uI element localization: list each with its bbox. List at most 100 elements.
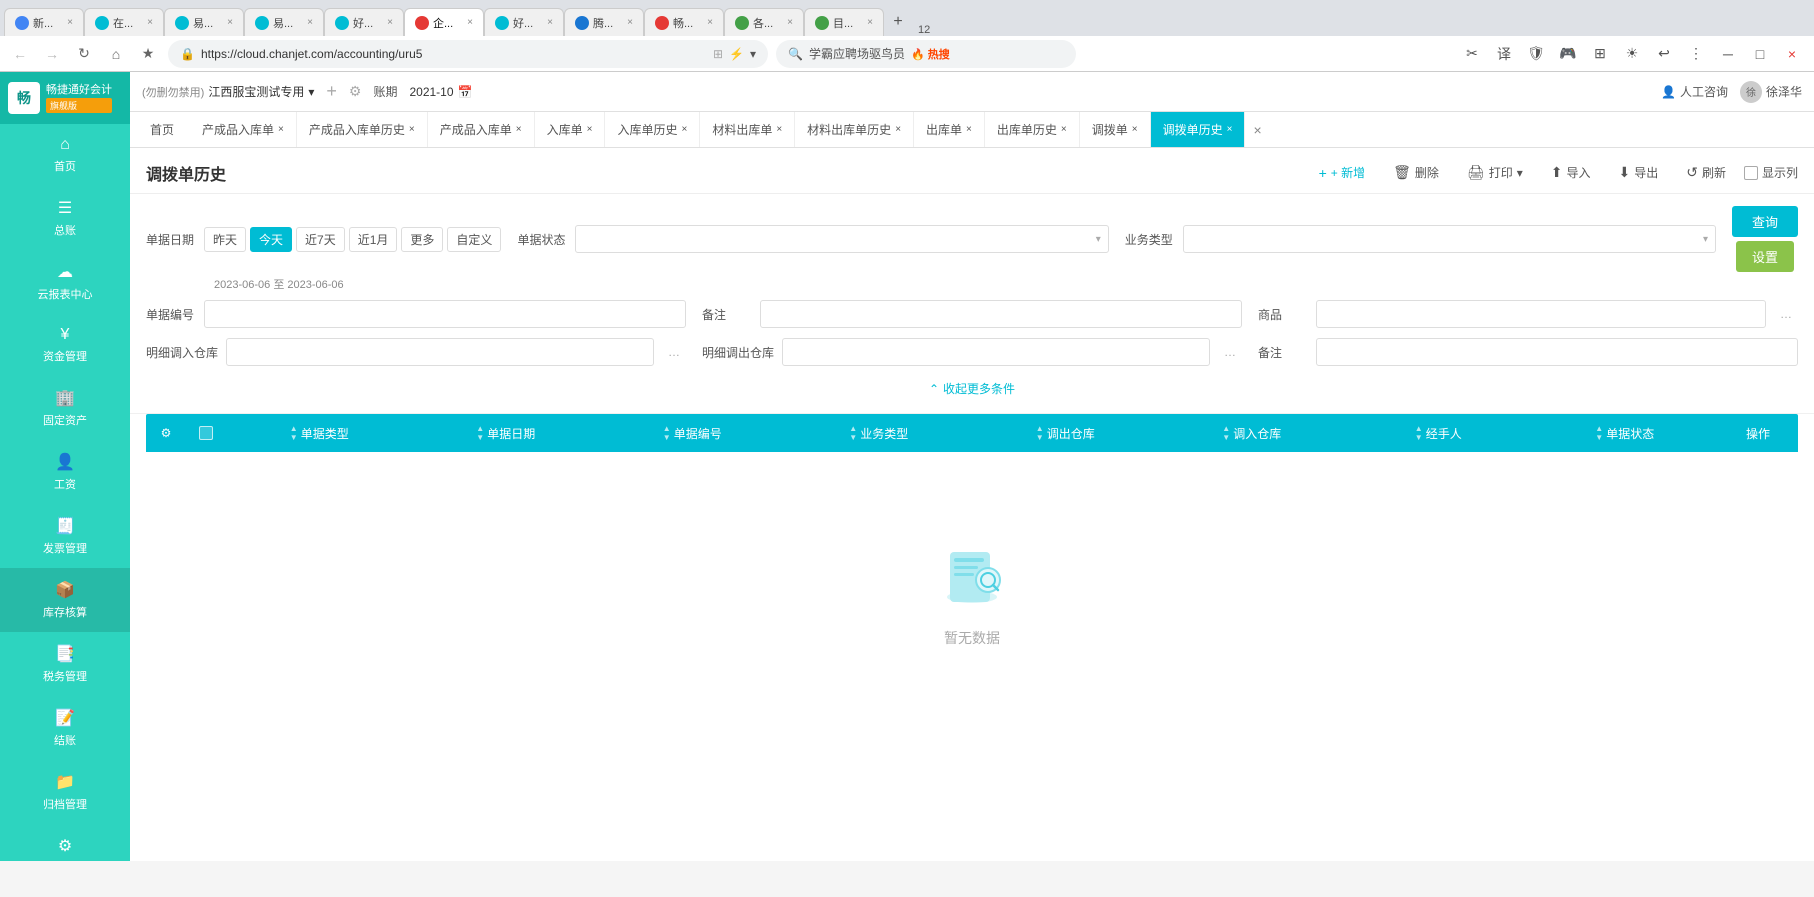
new-tab-button[interactable]: +: [884, 8, 912, 36]
sidebar-item-invoice[interactable]: 🧾 发票管理: [0, 504, 130, 568]
date-btn-1month[interactable]: 近1月: [349, 227, 398, 252]
query-button[interactable]: 查询: [1732, 206, 1798, 237]
page-tab-7-close[interactable]: ×: [895, 124, 901, 135]
date-btn-yesterday[interactable]: 昨天: [204, 227, 246, 252]
sidebar-item-wage[interactable]: 👤 工资: [0, 440, 130, 504]
tab-11[interactable]: 目... ×: [804, 8, 884, 36]
search-bar[interactable]: 🔍 学霸应聘场驱鸟员 🔥 热搜: [776, 40, 1076, 68]
translate-icon[interactable]: 译: [1490, 40, 1518, 68]
import-button[interactable]: ⬆ 导入: [1541, 160, 1601, 185]
tab-4[interactable]: 易... ×: [244, 8, 324, 36]
sun-icon[interactable]: ☀: [1618, 40, 1646, 68]
date-btn-custom[interactable]: 自定义: [447, 227, 501, 252]
page-tab-global-close[interactable]: ×: [1245, 122, 1269, 138]
home-button[interactable]: ⌂: [104, 42, 128, 66]
out-warehouse-input[interactable]: [782, 338, 1210, 366]
sidebar-item-inventory[interactable]: 📦 库存核算: [0, 568, 130, 632]
sidebar-item-capital[interactable]: ¥ 资金管理: [0, 314, 130, 376]
consult-button[interactable]: 👤 人工咨询: [1661, 83, 1728, 100]
tab-2-close[interactable]: ×: [147, 17, 153, 28]
th-doc-type[interactable]: ▲▼ 单据类型: [226, 425, 413, 442]
tab-5-close[interactable]: ×: [387, 17, 393, 28]
display-cols-toggle[interactable]: 显示列: [1744, 164, 1798, 181]
tab-8-close[interactable]: ×: [627, 17, 633, 28]
sidebar-item-archive[interactable]: 📁 归档管理: [0, 760, 130, 824]
game-icon[interactable]: 🎮: [1554, 40, 1582, 68]
biz-type-select[interactable]: [1183, 225, 1716, 253]
page-tab-5[interactable]: 入库单历史 ×: [605, 112, 700, 148]
page-tab-10[interactable]: 调拨单 ×: [1080, 112, 1151, 148]
period-selector[interactable]: 2021-10 📅: [409, 85, 472, 99]
page-tab-3[interactable]: 产成品入库单 ×: [428, 112, 535, 148]
tab-3-close[interactable]: ×: [227, 17, 233, 28]
page-tab-8-close[interactable]: ×: [966, 124, 972, 135]
page-tab-10-close[interactable]: ×: [1132, 124, 1138, 135]
tab-3[interactable]: 易... ×: [164, 8, 244, 36]
tab-5[interactable]: 好... ×: [324, 8, 404, 36]
window-close-icon[interactable]: ×: [1778, 40, 1806, 68]
delete-button[interactable]: 🗑 删除: [1383, 160, 1449, 185]
page-tab-7[interactable]: 材料出库单历史 ×: [795, 112, 914, 148]
export-button[interactable]: ⬇ 导出: [1608, 160, 1668, 185]
tab-1-close[interactable]: ×: [67, 17, 73, 28]
forward-button[interactable]: →: [40, 42, 64, 66]
status-select[interactable]: [575, 225, 1108, 253]
page-tab-3-close[interactable]: ×: [516, 124, 522, 135]
tab-10[interactable]: 各... ×: [724, 8, 804, 36]
back-button[interactable]: ←: [8, 42, 32, 66]
page-tab-4[interactable]: 入库单 ×: [535, 112, 606, 148]
page-tab-5-close[interactable]: ×: [681, 124, 687, 135]
new-button[interactable]: + + 新增: [1309, 160, 1376, 185]
page-tab-4-close[interactable]: ×: [587, 124, 593, 135]
page-tab-9[interactable]: 出库单历史 ×: [985, 112, 1080, 148]
page-tab-2-close[interactable]: ×: [409, 124, 415, 135]
settings-gear-icon[interactable]: ⚙: [349, 83, 362, 100]
remark2-input[interactable]: [1316, 338, 1798, 366]
th-biz-type[interactable]: ▲▼ 业务类型: [786, 425, 973, 442]
grid-icon[interactable]: ⊞: [1586, 40, 1614, 68]
menu-icon[interactable]: ⋮: [1682, 40, 1710, 68]
th-doc-date[interactable]: ▲▼ 单据日期: [413, 425, 600, 442]
maximize-icon[interactable]: □: [1746, 40, 1774, 68]
favorite-button[interactable]: ★: [136, 42, 160, 66]
th-doc-status[interactable]: ▲▼ 单据状态: [1532, 425, 1719, 442]
page-tab-11[interactable]: 调拨单历史 ×: [1151, 112, 1246, 148]
collapse-conditions-button[interactable]: ⌃ 收起更多条件: [146, 376, 1798, 401]
page-tab-1[interactable]: 产成品入库单 ×: [190, 112, 297, 148]
out-warehouse-ellipsis-btn[interactable]: …: [1218, 343, 1242, 361]
tab-2[interactable]: 在... ×: [84, 8, 164, 36]
sidebar-item-asset[interactable]: 🏢 固定资产: [0, 376, 130, 440]
column-settings-button[interactable]: 设置: [1736, 241, 1794, 272]
page-tab-1-close[interactable]: ×: [278, 124, 284, 135]
reload-button[interactable]: ↻: [72, 42, 96, 66]
in-warehouse-input[interactable]: [226, 338, 654, 366]
date-btn-more[interactable]: 更多: [401, 227, 443, 252]
tab-6-close[interactable]: ×: [467, 17, 473, 28]
shield-icon[interactable]: 🛡: [1522, 40, 1550, 68]
user-menu[interactable]: 徐 徐泽华: [1740, 81, 1802, 103]
sidebar-item-tax[interactable]: 📑 税务管理: [0, 632, 130, 696]
th-doc-no[interactable]: ▲▼ 单据编号: [599, 425, 786, 442]
page-tab-2[interactable]: 产成品入库单历史 ×: [297, 112, 428, 148]
refresh-button[interactable]: ↺ 刷新: [1676, 160, 1736, 185]
tab-9[interactable]: 畅... ×: [644, 8, 724, 36]
th-in-warehouse[interactable]: ▲▼ 调入仓库: [1159, 425, 1346, 442]
page-tab-6[interactable]: 材料出库单 ×: [700, 112, 795, 148]
th-handler[interactable]: ▲▼ 经手人: [1345, 425, 1532, 442]
sidebar-item-settings[interactable]: ⚙ 基础设置: [0, 824, 130, 861]
page-tab-11-close[interactable]: ×: [1227, 124, 1233, 135]
tab-1[interactable]: 新... ×: [4, 8, 84, 36]
th-out-warehouse[interactable]: ▲▼ 调出仓库: [972, 425, 1159, 442]
remark-input[interactable]: [760, 300, 1242, 328]
th-settings[interactable]: ⚙: [146, 426, 186, 440]
th-checkbox[interactable]: [186, 426, 226, 440]
undo-icon[interactable]: ↩: [1650, 40, 1678, 68]
goods-ellipsis-btn[interactable]: …: [1774, 305, 1798, 323]
page-tab-6-close[interactable]: ×: [776, 124, 782, 135]
print-button[interactable]: 🖨 打印 ▾: [1457, 160, 1533, 185]
minimize-icon[interactable]: ─: [1714, 40, 1742, 68]
tab-9-close[interactable]: ×: [707, 17, 713, 28]
sidebar-item-report[interactable]: ☁ 云报表中心: [0, 250, 130, 314]
in-warehouse-ellipsis-btn[interactable]: …: [662, 343, 686, 361]
tab-4-close[interactable]: ×: [307, 17, 313, 28]
